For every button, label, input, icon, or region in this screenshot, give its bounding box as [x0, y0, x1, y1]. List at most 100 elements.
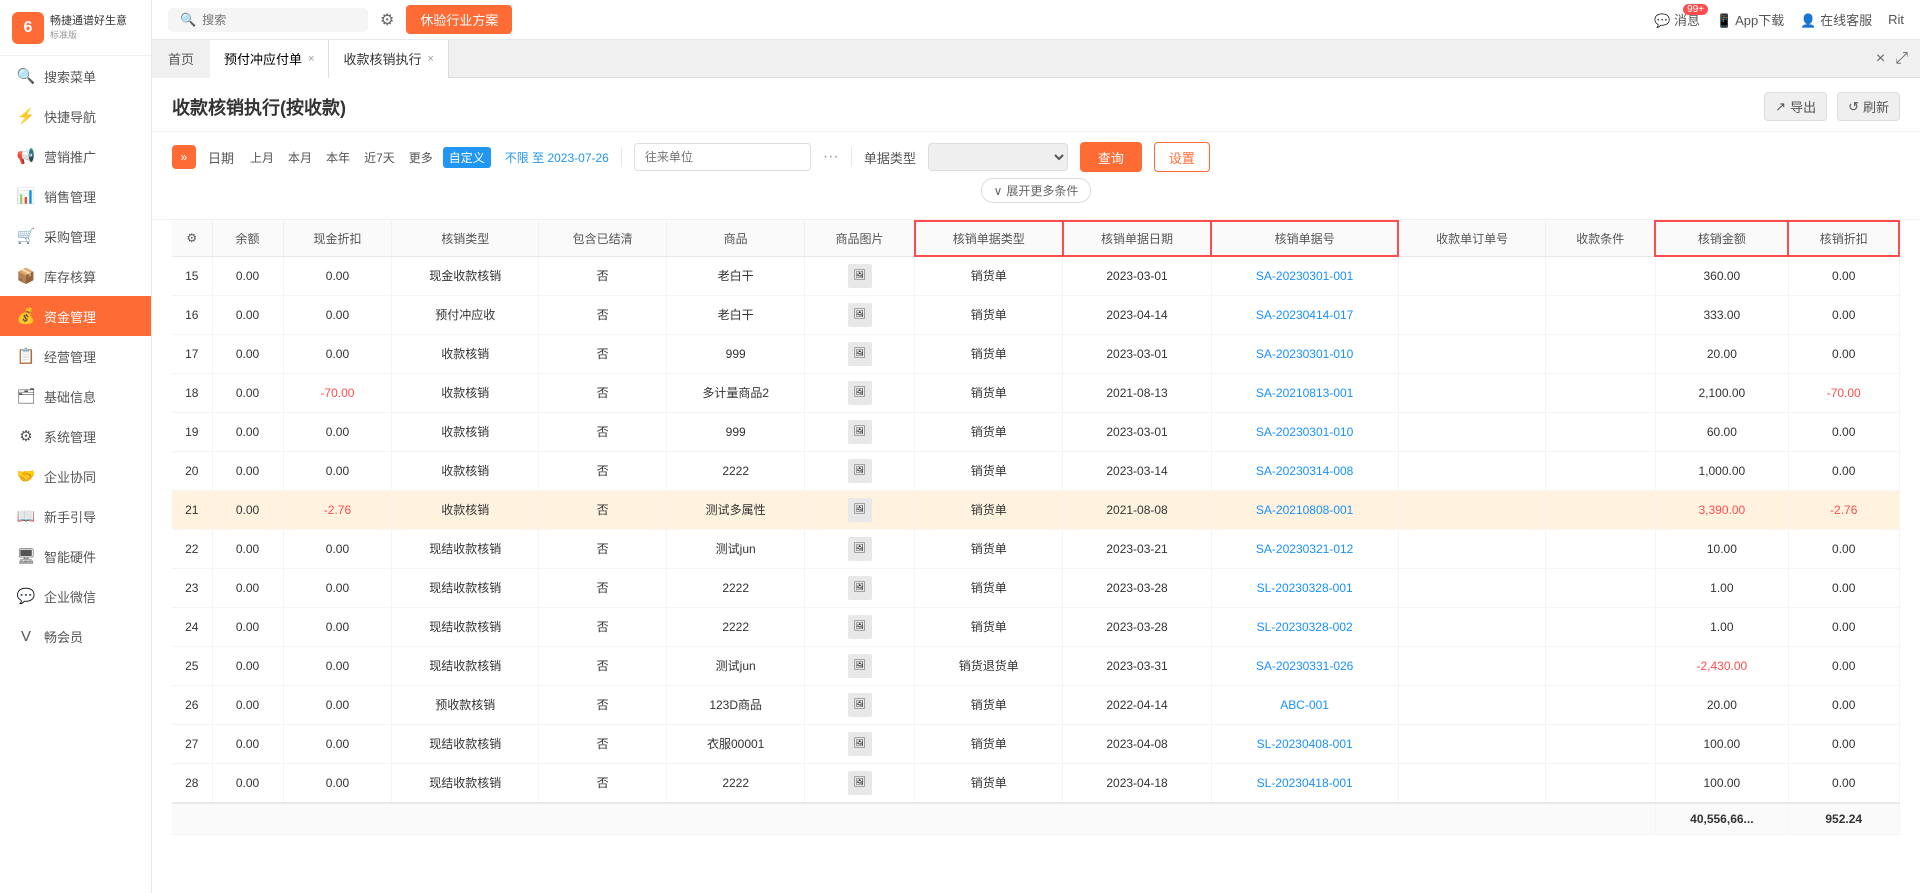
- cell-verify-bill-no[interactable]: SL-20230328-002: [1211, 607, 1398, 646]
- settings-btn[interactable]: 设置: [1154, 142, 1210, 172]
- cell-verify-bill-no[interactable]: SA-20230301-010: [1211, 412, 1398, 451]
- single-type-select[interactable]: [928, 143, 1068, 171]
- sidebar-item-13[interactable]: 💬 企业微信: [0, 576, 151, 616]
- verify-bill-no-link[interactable]: SA-20210808-001: [1256, 503, 1353, 517]
- cell-verify-bill-no[interactable]: SA-20230414-017: [1211, 295, 1398, 334]
- sidebar-item-5[interactable]: 📦 库存核算: [0, 256, 151, 296]
- date-this-year[interactable]: 本年: [322, 147, 354, 168]
- refresh-btn[interactable]: ↺ 刷新: [1837, 92, 1900, 121]
- sidebar-label-4: 采购管理: [44, 227, 96, 246]
- sidebar-item-12[interactable]: 🖥 智能硬件: [0, 536, 151, 576]
- sidebar-item-7[interactable]: 📋 经营管理: [0, 336, 151, 376]
- cell-verify-bill-no[interactable]: SA-20230301-001: [1211, 256, 1398, 295]
- tab-verify[interactable]: 收款核销执行 ×: [329, 40, 448, 78]
- export-btn[interactable]: ↗ 导出: [1764, 92, 1827, 121]
- cell-verify-bill-no[interactable]: SA-20230314-008: [1211, 451, 1398, 490]
- verify-bill-no-link[interactable]: SA-20230321-012: [1256, 542, 1353, 556]
- verify-bill-no-link[interactable]: SA-20210813-001: [1256, 386, 1353, 400]
- verify-bill-no-link[interactable]: ABC-001: [1280, 698, 1329, 712]
- sidebar-item-11[interactable]: 📖 新手引导: [0, 496, 151, 536]
- sidebar-item-10[interactable]: 🤝 企业协同: [0, 456, 151, 496]
- date-more[interactable]: 更多: [405, 147, 437, 168]
- gear-icon[interactable]: ⚙: [380, 10, 394, 30]
- cell-verify-bill-no[interactable]: SA-20230321-012: [1211, 529, 1398, 568]
- sidebar-item-14[interactable]: V 畅会员: [0, 616, 151, 656]
- cell-verify-bill-no[interactable]: SA-20210808-001: [1211, 490, 1398, 529]
- cell-product-img: 🖼: [805, 490, 915, 529]
- query-btn[interactable]: 查询: [1080, 142, 1142, 172]
- cell-verify-bill-no[interactable]: SA-20230331-026: [1211, 646, 1398, 685]
- sidebar-item-0[interactable]: 🔍 搜索菜单: [0, 56, 151, 96]
- cell-verify-bill-no[interactable]: ABC-001: [1211, 685, 1398, 724]
- online-service-btn[interactable]: 👤 在线客服: [1800, 10, 1872, 29]
- tab-prepay[interactable]: 预付冲应付单 ×: [210, 40, 329, 78]
- verify-bill-no-link[interactable]: SA-20230301-010: [1256, 425, 1353, 439]
- app-icon: 📱: [1716, 13, 1732, 28]
- sidebar-icon-8: 🗂: [16, 386, 36, 406]
- from-unit-more-icon[interactable]: ···: [823, 148, 839, 166]
- sidebar-item-2[interactable]: 📢 营销推广: [0, 136, 151, 176]
- cell-verify-bill-no[interactable]: SA-20210813-001: [1211, 373, 1398, 412]
- cell-include-settled: 否: [539, 295, 667, 334]
- cell-verify-discount: -70.00: [1788, 373, 1899, 412]
- date-options: 上月 本月 本年 近7天 更多 自定义: [246, 147, 491, 168]
- date-custom[interactable]: 自定义: [443, 147, 491, 168]
- tab-home[interactable]: 首页: [152, 40, 210, 78]
- verify-bill-no-link[interactable]: SL-20230408-001: [1257, 737, 1353, 751]
- message-btn[interactable]: 💬 消息 99+: [1654, 10, 1700, 29]
- sidebar-item-3[interactable]: 📊 销售管理: [0, 176, 151, 216]
- search-input[interactable]: [202, 13, 322, 27]
- cell-product-img: 🖼: [805, 529, 915, 568]
- col-header-settings[interactable]: ⚙: [172, 221, 212, 256]
- table-header-row: ⚙ 余额 现金折扣 核销类型 包含已结清 商品 商品图片 核销单据类型 核销单据…: [172, 221, 1899, 256]
- page-actions: ↗ 导出 ↺ 刷新: [1764, 92, 1900, 121]
- industry-btn[interactable]: 休验行业方案: [406, 5, 512, 34]
- table-container[interactable]: ⚙ 余额 现金折扣 核销类型 包含已结清 商品 商品图片 核销单据类型 核销单据…: [152, 220, 1920, 893]
- tab-close-icon[interactable]: ×: [1876, 50, 1885, 68]
- sidebar-item-8[interactable]: 🗂 基础信息: [0, 376, 151, 416]
- user-avatar[interactable]: Rit: [1888, 12, 1904, 27]
- date-last-7-days[interactable]: 近7天: [360, 147, 399, 168]
- date-last-month[interactable]: 上月: [246, 147, 278, 168]
- verify-bill-no-link[interactable]: SA-20230331-026: [1256, 659, 1353, 673]
- cell-verify-bill-type: 销货单: [915, 334, 1063, 373]
- cell-receipt-order-no: [1398, 763, 1546, 803]
- app-download-btn[interactable]: 📱 App下载: [1716, 10, 1784, 29]
- verify-bill-no-link[interactable]: SL-20230328-002: [1257, 620, 1353, 634]
- cell-verify-type: 现结收款核销: [392, 568, 539, 607]
- cell-verify-discount: 0.00: [1788, 724, 1899, 763]
- date-this-month[interactable]: 本月: [284, 147, 316, 168]
- from-unit-input[interactable]: [634, 143, 811, 171]
- expand-conditions-btn[interactable]: ∨ 展开更多条件: [981, 178, 1092, 203]
- cell-cash-discount: 0.00: [283, 763, 392, 803]
- sidebar-label-6: 资金管理: [44, 307, 96, 326]
- cell-verify-bill-no[interactable]: SL-20230418-001: [1211, 763, 1398, 803]
- sidebar-icon-2: 📢: [16, 146, 36, 166]
- verify-bill-no-link[interactable]: SL-20230418-001: [1257, 776, 1353, 790]
- sidebar-item-9[interactable]: ⚙ 系统管理: [0, 416, 151, 456]
- sidebar-item-4[interactable]: 🛒 采购管理: [0, 216, 151, 256]
- sidebar-item-6[interactable]: 💰 资金管理: [0, 296, 151, 336]
- filter-row-1: » 日期 上月 本月 本年 近7天 更多 自定义 不限 至 2023-07-26…: [172, 142, 1900, 172]
- cell-product-img: 🖼: [805, 724, 915, 763]
- tab-expand-icon[interactable]: ⤢: [1895, 50, 1908, 68]
- cell-receipt-condition: [1546, 763, 1656, 803]
- cell-verify-bill-no[interactable]: SA-20230301-010: [1211, 334, 1398, 373]
- tab-verify-close[interactable]: ×: [427, 53, 433, 65]
- sidebar-item-1[interactable]: ⚡ 快捷导航: [0, 96, 151, 136]
- cell-verify-bill-no[interactable]: SL-20230408-001: [1211, 724, 1398, 763]
- verify-bill-no-link[interactable]: SA-20230314-008: [1256, 464, 1353, 478]
- expand-icon: ∨: [994, 184, 1003, 198]
- verify-bill-no-link[interactable]: SL-20230328-001: [1257, 581, 1353, 595]
- verify-bill-no-link[interactable]: SA-20230414-017: [1256, 308, 1353, 322]
- filter-toggle-btn[interactable]: »: [172, 145, 196, 169]
- cell-receipt-order-no: [1398, 646, 1546, 685]
- verify-bill-no-link[interactable]: SA-20230301-010: [1256, 347, 1353, 361]
- cell-receipt-order-no: [1398, 490, 1546, 529]
- data-table: ⚙ 余额 现金折扣 核销类型 包含已结清 商品 商品图片 核销单据类型 核销单据…: [172, 220, 1900, 835]
- search-box[interactable]: 🔍: [168, 8, 368, 32]
- cell-index: 16: [172, 295, 212, 334]
- tab-prepay-close[interactable]: ×: [308, 53, 314, 65]
- cell-verify-bill-no[interactable]: SL-20230328-001: [1211, 568, 1398, 607]
- verify-bill-no-link[interactable]: SA-20230301-001: [1256, 269, 1353, 283]
